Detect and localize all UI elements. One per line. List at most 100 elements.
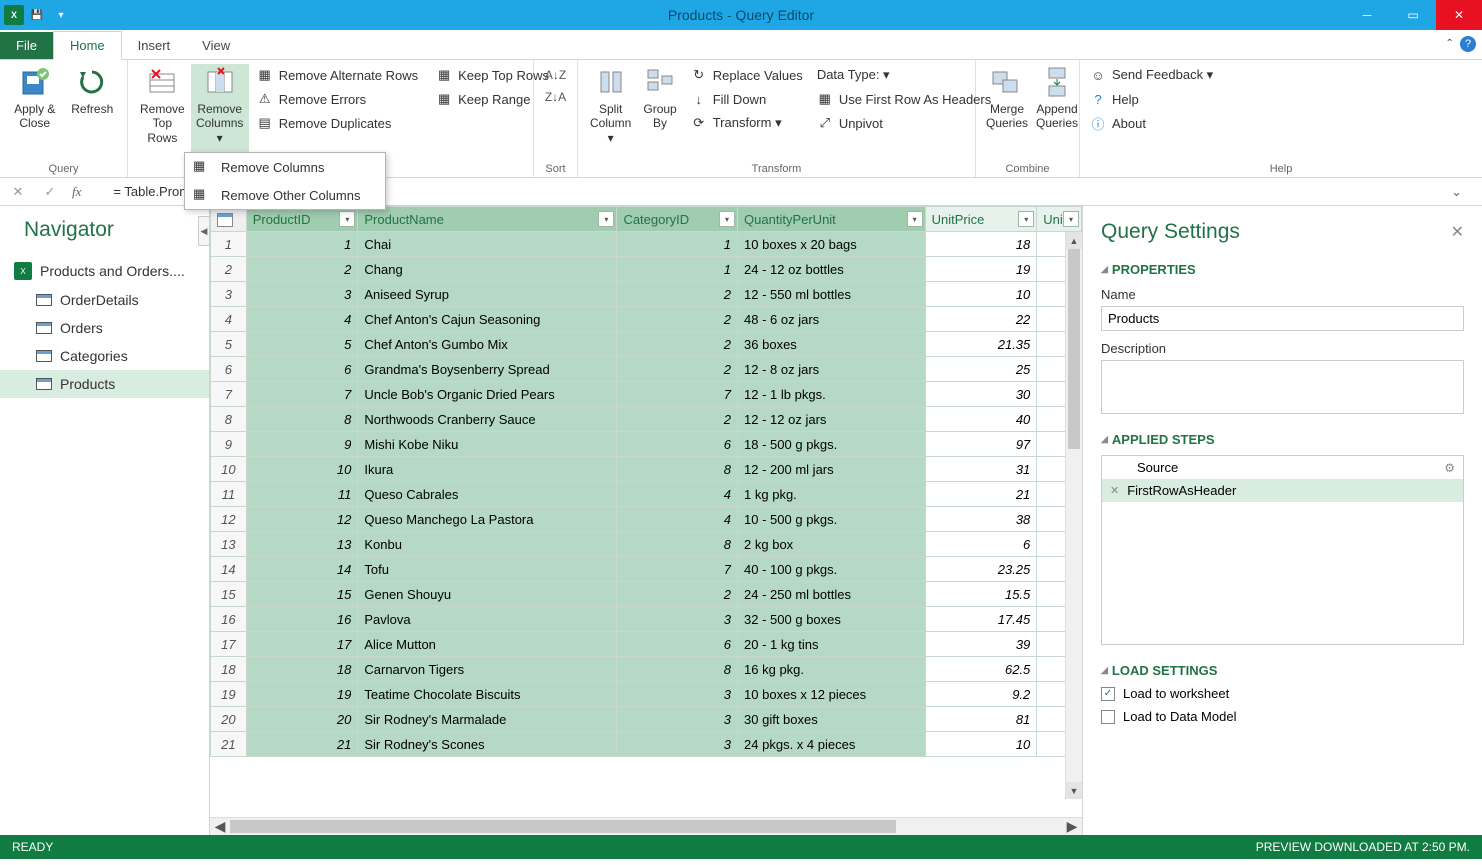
cell[interactable]: 16 kg pkg. [738, 657, 926, 682]
table-row[interactable]: 1515Genen Shouyu224 - 250 ml bottles15.5 [211, 582, 1082, 607]
load-settings-header[interactable]: ◢LOAD SETTINGS [1101, 663, 1464, 678]
cell[interactable]: Uncle Bob's Organic Dried Pears [358, 382, 617, 407]
navigator-item[interactable]: Products [0, 370, 209, 398]
cell[interactable]: 21 [246, 732, 358, 757]
about-button[interactable]: ⓘAbout [1086, 112, 1476, 134]
remove-errors-button[interactable]: ⚠Remove Errors [253, 88, 422, 110]
cell[interactable]: 23.25 [925, 557, 1037, 582]
merge-queries-button[interactable]: Merge Queries [982, 64, 1032, 161]
table-row[interactable]: 1111Queso Cabrales41 kg pkg.21 [211, 482, 1082, 507]
navigator-collapse-button[interactable]: ◀ [198, 216, 210, 246]
formula-accept-icon[interactable]: ✓ [40, 184, 60, 200]
cell[interactable]: 2 [246, 257, 358, 282]
cell[interactable]: 3 [246, 282, 358, 307]
table-row[interactable]: 1313Konbu82 kg box6 [211, 532, 1082, 557]
navigator-item[interactable]: Categories [0, 342, 209, 370]
cell[interactable]: 12 - 550 ml bottles [738, 282, 926, 307]
transform-button[interactable]: ⟳Transform ▾ [687, 112, 807, 134]
first-row-headers-button[interactable]: ▦Use First Row As Headers [813, 88, 995, 110]
cell[interactable]: 12 - 200 ml jars [738, 457, 926, 482]
cell[interactable]: 18 [925, 232, 1037, 257]
cell[interactable]: 14 [246, 557, 358, 582]
cell[interactable]: 3 [617, 707, 738, 732]
cell[interactable]: 15 [246, 582, 358, 607]
cell[interactable]: Alice Mutton [358, 632, 617, 657]
table-row[interactable]: 88Northwoods Cranberry Sauce212 - 12 oz … [211, 407, 1082, 432]
column-header[interactable]: UnitPrice▾ [925, 207, 1037, 232]
data-type-button[interactable]: Data Type: ▾ [813, 64, 995, 86]
tab-insert[interactable]: Insert [122, 32, 187, 59]
cell[interactable]: 10 boxes x 20 bags [738, 232, 926, 257]
cell[interactable]: 2 [617, 332, 738, 357]
filter-icon[interactable]: ▾ [719, 211, 735, 227]
vertical-scrollbar[interactable]: ▲ ▼ [1065, 232, 1082, 799]
cell[interactable]: 18 - 500 g pkgs. [738, 432, 926, 457]
sort-asc-button[interactable]: A↓Z [545, 68, 566, 82]
table-row[interactable]: 99Mishi Kobe Niku618 - 500 g pkgs.97 [211, 432, 1082, 457]
column-header[interactable]: ProductName▾ [358, 207, 617, 232]
cell[interactable]: 38 [925, 507, 1037, 532]
navigator-item[interactable]: OrderDetails [0, 286, 209, 314]
cell[interactable]: 12 - 8 oz jars [738, 357, 926, 382]
cell[interactable]: 40 - 100 g pkgs. [738, 557, 926, 582]
navigator-root[interactable]: X Products and Orders.... [0, 256, 209, 286]
cell[interactable]: 6 [246, 357, 358, 382]
cell[interactable]: Carnarvon Tigers [358, 657, 617, 682]
load-worksheet-checkbox[interactable]: ✓Load to worksheet [1101, 686, 1464, 701]
cell[interactable]: Aniseed Syrup [358, 282, 617, 307]
cell[interactable]: 2 [617, 282, 738, 307]
cell[interactable]: Mishi Kobe Niku [358, 432, 617, 457]
hscroll-thumb[interactable] [230, 820, 896, 833]
cell[interactable]: 9.2 [925, 682, 1037, 707]
cell[interactable]: 15.5 [925, 582, 1037, 607]
applied-steps-header[interactable]: ◢APPLIED STEPS [1101, 432, 1464, 447]
applied-step[interactable]: ✕FirstRowAsHeader [1102, 479, 1463, 502]
table-row[interactable]: 77Uncle Bob's Organic Dried Pears712 - 1… [211, 382, 1082, 407]
unpivot-button[interactable]: ⤢Unpivot [813, 112, 995, 134]
table-row[interactable]: 1010Ikura812 - 200 ml jars31 [211, 457, 1082, 482]
cell[interactable]: 24 - 250 ml bottles [738, 582, 926, 607]
cell[interactable]: 2 [617, 407, 738, 432]
cell[interactable]: 62.5 [925, 657, 1037, 682]
cell[interactable]: 4 [617, 482, 738, 507]
cell[interactable]: Genen Shouyu [358, 582, 617, 607]
tab-home[interactable]: Home [53, 31, 122, 60]
cell[interactable]: 30 gift boxes [738, 707, 926, 732]
cell[interactable]: 2 [617, 582, 738, 607]
cell[interactable]: 17.45 [925, 607, 1037, 632]
cell[interactable]: 4 [617, 507, 738, 532]
cell[interactable]: 12 [246, 507, 358, 532]
replace-values-button[interactable]: ↻Replace Values [687, 64, 807, 86]
cell[interactable]: Chang [358, 257, 617, 282]
cell[interactable]: Chef Anton's Gumbo Mix [358, 332, 617, 357]
query-name-input[interactable] [1101, 306, 1464, 331]
cell[interactable]: 31 [925, 457, 1037, 482]
cell[interactable]: Ikura [358, 457, 617, 482]
cell[interactable]: 21 [925, 482, 1037, 507]
cell[interactable]: 36 boxes [738, 332, 926, 357]
cell[interactable]: 6 [617, 632, 738, 657]
table-row[interactable]: 1616Pavlova332 - 500 g boxes17.45 [211, 607, 1082, 632]
split-column-button[interactable]: Split Column ▾ [584, 64, 637, 161]
table-row[interactable]: 1414Tofu740 - 100 g pkgs.23.25 [211, 557, 1082, 582]
cell[interactable]: Grandma's Boysenberry Spread [358, 357, 617, 382]
refresh-button[interactable]: Refresh [64, 64, 122, 161]
help-button[interactable]: ?Help [1086, 88, 1476, 110]
cell[interactable]: 8 [617, 532, 738, 557]
qat-dropdown[interactable]: ▾ [50, 4, 72, 26]
cell[interactable]: 10 [246, 457, 358, 482]
table-row[interactable]: 2121Sir Rodney's Scones324 pkgs. x 4 pie… [211, 732, 1082, 757]
fx-icon[interactable]: fx [72, 184, 81, 200]
table-row[interactable]: 1212Queso Manchego La Pastora410 - 500 g… [211, 507, 1082, 532]
table-row[interactable]: 44Chef Anton's Cajun Seasoning248 - 6 oz… [211, 307, 1082, 332]
cell[interactable]: 10 [925, 282, 1037, 307]
cell[interactable]: 18 [246, 657, 358, 682]
column-header[interactable]: ProductID▾ [246, 207, 358, 232]
cell[interactable]: 9 [246, 432, 358, 457]
dropdown-remove-other-columns[interactable]: ▦ Remove Other Columns [185, 181, 385, 209]
cell[interactable]: Sir Rodney's Scones [358, 732, 617, 757]
sort-desc-button[interactable]: Z↓A [545, 90, 566, 104]
apply-close-button[interactable]: Apply & Close [6, 64, 64, 161]
cell[interactable]: 97 [925, 432, 1037, 457]
scroll-up-icon[interactable]: ▲ [1066, 232, 1082, 249]
